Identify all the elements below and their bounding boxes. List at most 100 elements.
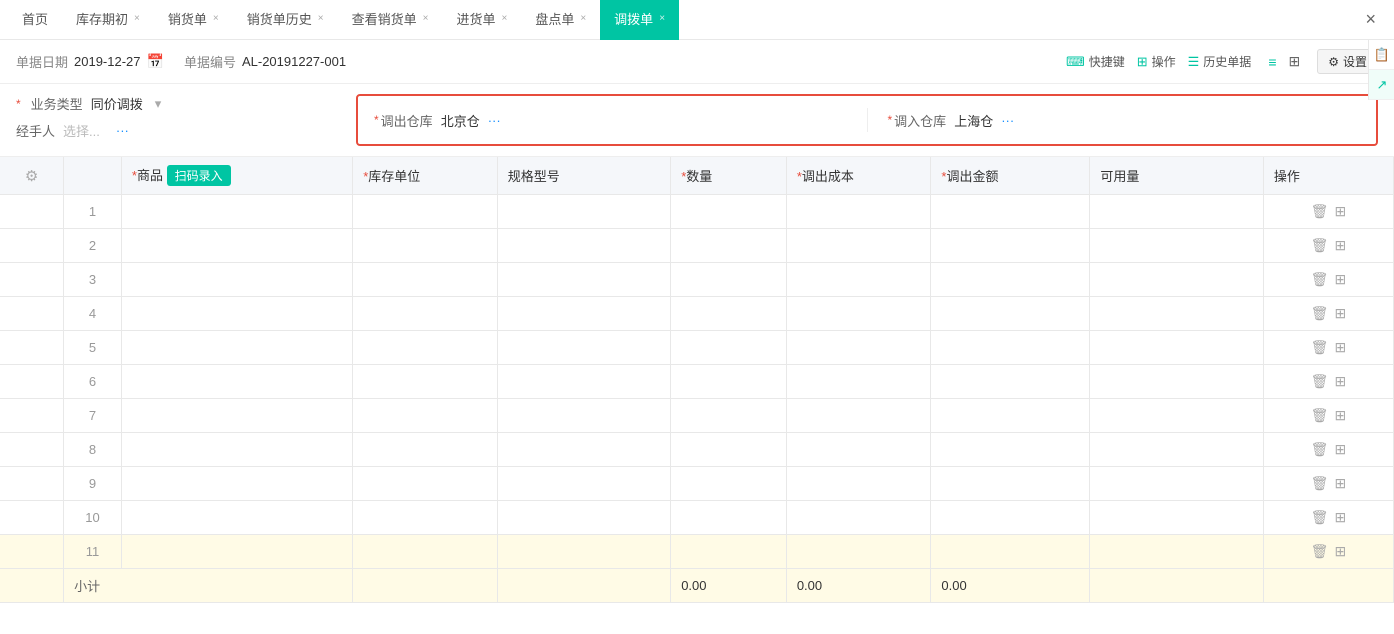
table-row-cost[interactable] xyxy=(786,229,931,263)
table-row-spec[interactable] xyxy=(497,501,670,535)
table-row-qty[interactable] xyxy=(671,263,787,297)
copy-row-icon[interactable]: ⊞ xyxy=(1334,339,1346,356)
table-row-unit[interactable] xyxy=(353,433,498,467)
table-row-qty[interactable] xyxy=(671,467,787,501)
table-row-unit[interactable] xyxy=(353,467,498,501)
column-settings-icon[interactable]: ⚙ xyxy=(25,167,38,185)
table-row-cost[interactable] xyxy=(786,501,931,535)
copy-row-icon[interactable]: ⊞ xyxy=(1334,237,1346,254)
close-icon[interactable]: × xyxy=(318,13,324,24)
side-panel-doc-icon[interactable]: 📋 xyxy=(1369,40,1394,70)
table-row-cost[interactable] xyxy=(786,433,931,467)
table-row-qty[interactable] xyxy=(671,365,787,399)
table-row-product[interactable] xyxy=(121,467,352,501)
calendar-icon[interactable]: 📅 xyxy=(147,53,164,70)
delete-row-icon[interactable]: 🗑 xyxy=(1311,305,1329,322)
table-row-amount[interactable] xyxy=(931,501,1090,535)
table-row-qty[interactable] xyxy=(671,501,787,535)
table-row-amount[interactable] xyxy=(931,263,1090,297)
table-row-amount[interactable] xyxy=(931,433,1090,467)
table-row-amount[interactable] xyxy=(931,331,1090,365)
table-row-unit[interactable] xyxy=(353,297,498,331)
table-row-spec[interactable] xyxy=(497,365,670,399)
close-icon[interactable]: × xyxy=(501,13,507,24)
table-row-spec[interactable] xyxy=(497,433,670,467)
table-row-unit[interactable] xyxy=(353,263,498,297)
table-row-spec[interactable] xyxy=(497,399,670,433)
tab-sales-history[interactable]: 销货单历史 × xyxy=(233,0,338,40)
copy-row-icon[interactable]: ⊞ xyxy=(1334,203,1346,220)
window-close-button[interactable]: × xyxy=(1355,9,1386,30)
delete-row-icon[interactable]: 🗑 xyxy=(1311,475,1329,492)
copy-row-icon[interactable]: ⊞ xyxy=(1334,373,1346,390)
table-row-spec[interactable] xyxy=(497,297,670,331)
copy-row-icon[interactable]: ⊞ xyxy=(1334,305,1346,322)
table-row-unit[interactable] xyxy=(353,195,498,229)
table-row-qty[interactable] xyxy=(671,399,787,433)
more-icon[interactable]: ··· xyxy=(1001,113,1014,128)
table-row-cost[interactable] xyxy=(786,297,931,331)
table-row-unit[interactable] xyxy=(353,331,498,365)
table-row-amount[interactable] xyxy=(931,365,1090,399)
tab-inventory-check[interactable]: 盘点单 × xyxy=(521,0,600,40)
copy-row-icon[interactable]: ⊞ xyxy=(1334,543,1346,560)
close-icon[interactable]: × xyxy=(423,13,429,24)
table-row-qty[interactable] xyxy=(671,433,787,467)
table-row-product[interactable] xyxy=(121,365,352,399)
table-row-spec[interactable] xyxy=(497,331,670,365)
table-row-cost[interactable] xyxy=(786,331,931,365)
table-row-unit[interactable] xyxy=(353,365,498,399)
copy-row-icon[interactable]: ⊞ xyxy=(1334,509,1346,526)
table-row-cost[interactable] xyxy=(786,195,931,229)
copy-row-icon[interactable]: ⊞ xyxy=(1334,407,1346,424)
table-row-product[interactable] xyxy=(121,399,352,433)
delete-row-icon[interactable]: 🗑 xyxy=(1311,543,1329,560)
list-view-button[interactable]: ≡ xyxy=(1263,51,1281,73)
table-row-spec[interactable] xyxy=(497,229,670,263)
operations-button[interactable]: ⊞ 操作 xyxy=(1137,53,1176,70)
tab-purchase-order[interactable]: 进货单 × xyxy=(442,0,521,40)
more-icon[interactable]: ··· xyxy=(116,123,129,138)
tab-transfer-order[interactable]: 调拨单 × xyxy=(600,0,679,40)
copy-row-icon[interactable]: ⊞ xyxy=(1334,475,1346,492)
history-button[interactable]: ☰ 历史单据 xyxy=(1188,53,1252,70)
table-row-amount[interactable] xyxy=(931,195,1090,229)
more-icon[interactable]: ··· xyxy=(488,113,501,128)
close-icon[interactable]: × xyxy=(213,13,219,24)
table-row-cost[interactable] xyxy=(786,399,931,433)
delete-row-icon[interactable]: 🗑 xyxy=(1311,237,1329,254)
table-row-product[interactable] xyxy=(121,331,352,365)
table-row-qty[interactable] xyxy=(671,195,787,229)
delete-row-icon[interactable]: 🗑 xyxy=(1311,441,1329,458)
table-row-unit[interactable] xyxy=(353,399,498,433)
table-row-qty[interactable] xyxy=(671,229,787,263)
scan-entry-button[interactable]: 扫码录入 xyxy=(167,165,231,186)
close-icon[interactable]: × xyxy=(134,13,140,24)
delete-row-icon[interactable]: 🗑 xyxy=(1311,203,1329,220)
table-row-product[interactable] xyxy=(121,501,352,535)
delete-row-icon[interactable]: 🗑 xyxy=(1311,271,1329,288)
table-row-spec[interactable] xyxy=(497,195,670,229)
table-row-amount[interactable] xyxy=(931,297,1090,331)
table-row-product[interactable] xyxy=(121,229,352,263)
copy-row-icon[interactable]: ⊞ xyxy=(1334,441,1346,458)
grid-view-button[interactable]: ⊞ xyxy=(1283,50,1305,73)
table-row-amount[interactable] xyxy=(931,467,1090,501)
tab-home[interactable]: 首页 xyxy=(8,0,62,40)
close-icon[interactable]: × xyxy=(580,13,586,24)
table-row-qty[interactable] xyxy=(671,297,787,331)
delete-row-icon[interactable]: 🗑 xyxy=(1311,509,1329,526)
dropdown-icon[interactable]: ▾ xyxy=(155,96,162,112)
table-row-cost[interactable] xyxy=(786,365,931,399)
table-row-amount[interactable] xyxy=(931,229,1090,263)
delete-row-icon[interactable]: 🗑 xyxy=(1311,339,1329,356)
close-icon[interactable]: × xyxy=(659,13,665,24)
delete-row-icon[interactable]: 🗑 xyxy=(1311,373,1329,390)
table-row-unit[interactable] xyxy=(353,229,498,263)
table-row-product[interactable] xyxy=(121,195,352,229)
table-row-product[interactable] xyxy=(121,433,352,467)
tab-view-sales[interactable]: 查看销货单 × xyxy=(338,0,443,40)
tab-sales-order[interactable]: 销货单 × xyxy=(154,0,233,40)
table-row-spec[interactable] xyxy=(497,263,670,297)
copy-row-icon[interactable]: ⊞ xyxy=(1334,271,1346,288)
